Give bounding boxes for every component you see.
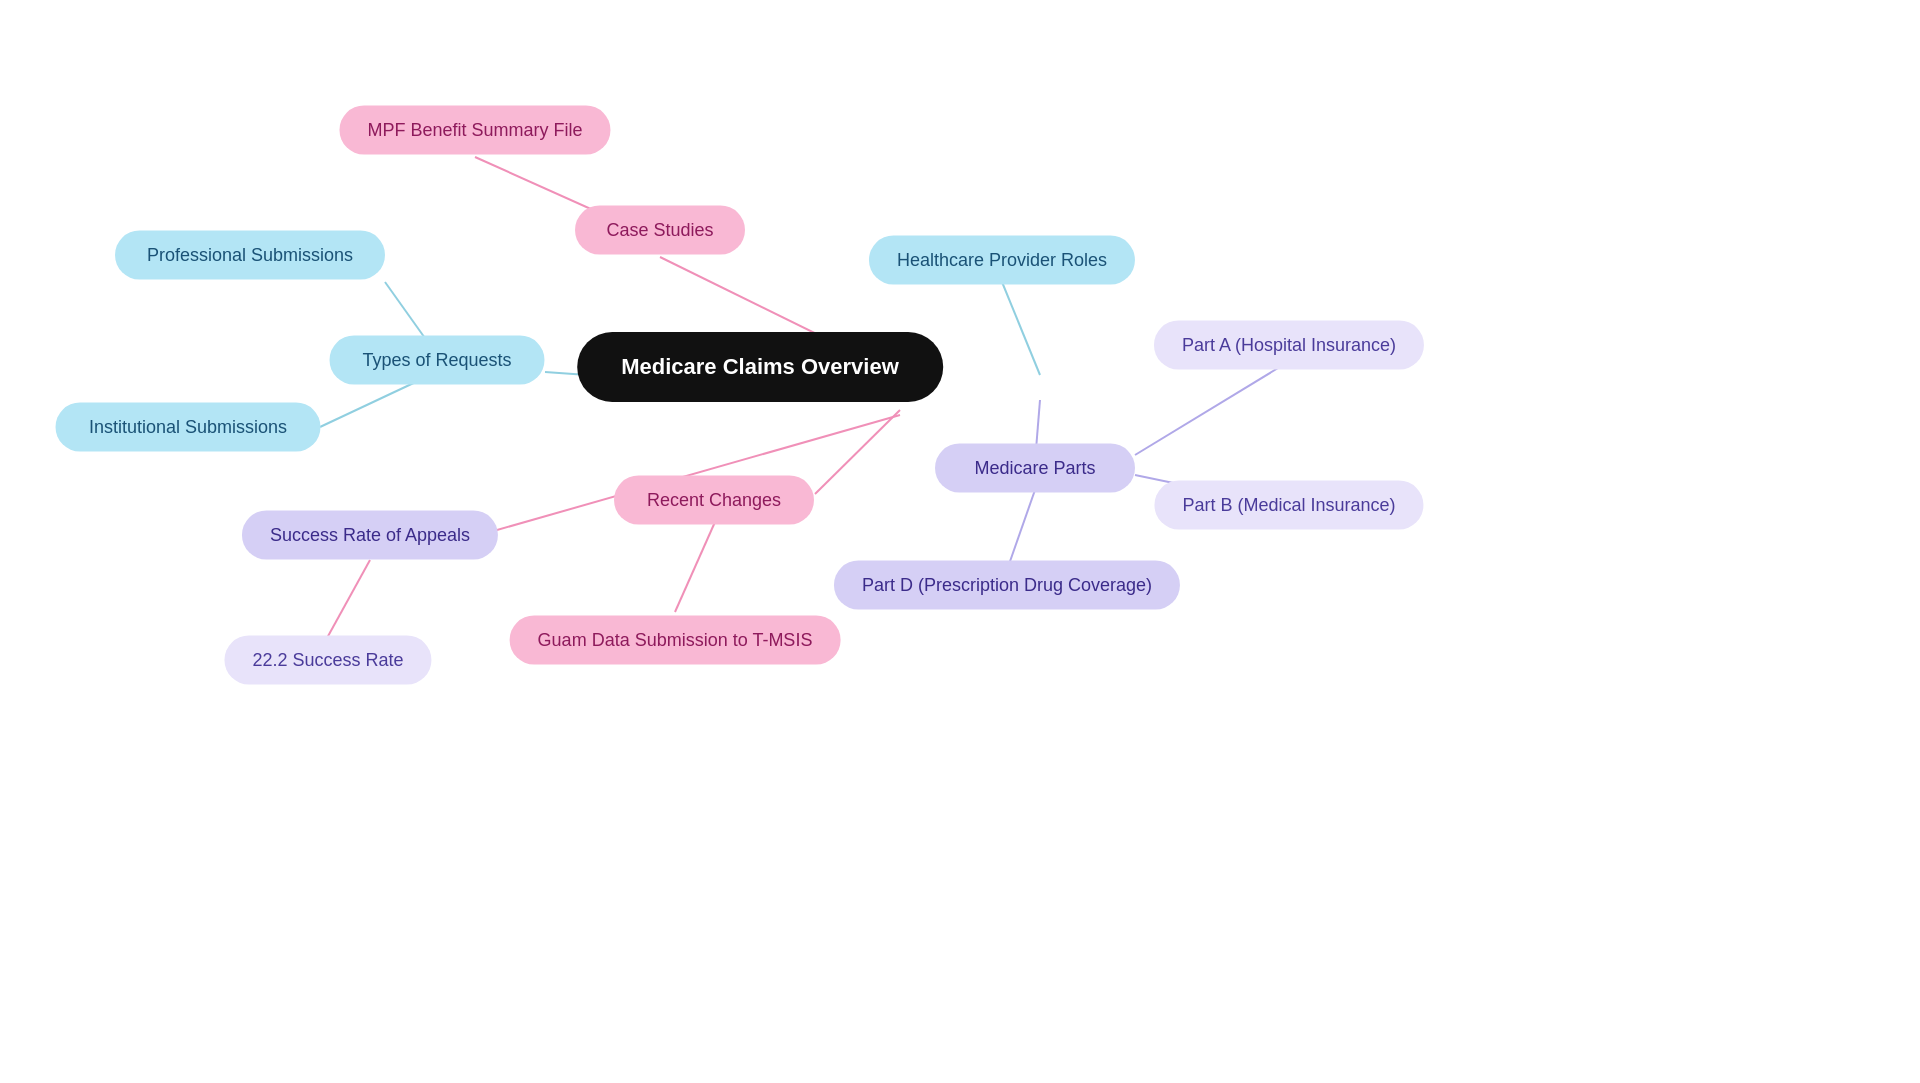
types-of-requests-node[interactable]: Types of Requests (330, 336, 545, 385)
medicare-parts-node[interactable]: Medicare Parts (935, 444, 1135, 493)
svg-line-13 (327, 560, 370, 638)
success-rate-22-node[interactable]: 22.2 Success Rate (224, 636, 431, 685)
healthcare-provider-roles-node[interactable]: Healthcare Provider Roles (869, 236, 1135, 285)
svg-line-5 (1002, 282, 1040, 375)
part-a-node[interactable]: Part A (Hospital Insurance) (1154, 321, 1424, 370)
guam-data-node[interactable]: Guam Data Submission to T-MSIS (510, 616, 841, 665)
success-rate-appeals-node[interactable]: Success Rate of Appeals (242, 511, 498, 560)
recent-changes-node[interactable]: Recent Changes (614, 476, 814, 525)
svg-line-11 (675, 522, 715, 612)
mind-map-container: Medicare Claims Overview MPF Benefit Sum… (0, 0, 1920, 1083)
svg-line-9 (1007, 490, 1035, 570)
svg-line-7 (1135, 362, 1288, 455)
institutional-submissions-node[interactable]: Institutional Submissions (56, 403, 321, 452)
svg-line-10 (815, 410, 900, 494)
mpf-benefit-node[interactable]: MPF Benefit Summary File (339, 106, 610, 155)
case-studies-node[interactable]: Case Studies (575, 206, 745, 255)
center-node[interactable]: Medicare Claims Overview (577, 332, 943, 402)
part-b-node[interactable]: Part B (Medical Insurance) (1154, 481, 1423, 530)
part-d-node[interactable]: Part D (Prescription Drug Coverage) (834, 561, 1180, 610)
professional-submissions-node[interactable]: Professional Submissions (115, 231, 385, 280)
